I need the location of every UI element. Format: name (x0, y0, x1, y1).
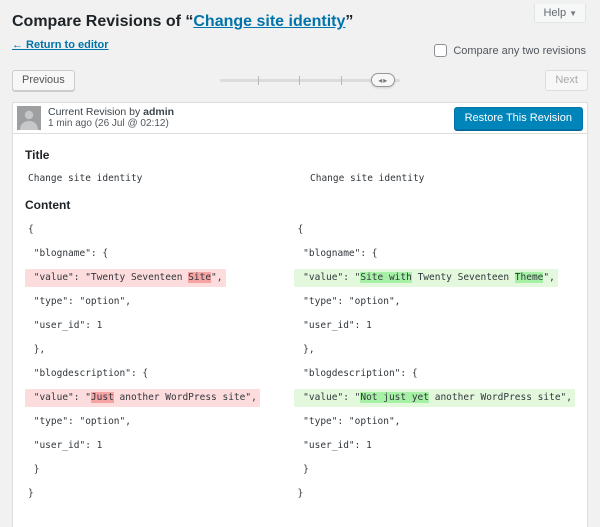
page-title-prefix: Compare Revisions of “ (12, 13, 193, 30)
context-line-chunk: } (25, 461, 42, 479)
diff-line: } (25, 485, 280, 503)
diff-line: "user_id": 1 (294, 437, 575, 455)
previous-button[interactable]: Previous (12, 70, 75, 91)
slider-tick (258, 76, 259, 85)
slider-arrows-icon: ◂▸ (378, 76, 388, 85)
diff-line: "blogdescription": { (25, 365, 280, 383)
diff-panel: Title Change site identity Change site i… (12, 133, 588, 527)
title-section-heading: Title (25, 148, 575, 162)
revisions-page: Help▼ Compare Revisions of “Change site … (0, 0, 600, 527)
revision-slider[interactable]: ◂▸ (220, 71, 400, 89)
person-icon (17, 106, 41, 130)
slider-tick (299, 76, 300, 85)
context-line-chunk: "type": "option", (25, 293, 134, 311)
context-line-chunk: { (25, 221, 37, 239)
del-word: Just (91, 392, 114, 403)
diff-line: "value": "Just another WordPress site", (25, 389, 280, 407)
author-byline: Current Revision by admin (48, 106, 174, 118)
context-line-chunk: "type": "option", (294, 293, 403, 311)
ins-line-chunk: "value": "Site with Twenty Seventeen The… (294, 269, 557, 287)
diff-line: "type": "option", (294, 293, 575, 311)
byline-prefix: Current Revision by (48, 106, 143, 118)
diff-line: } (294, 461, 575, 479)
context-line-chunk: "blogdescription": { (25, 365, 151, 383)
context-line-chunk: } (25, 485, 37, 503)
diff-line: } (25, 461, 280, 479)
context-line-chunk: "user_id": 1 (25, 317, 105, 335)
post-title-link[interactable]: Change site identity (193, 13, 345, 30)
slider-handle[interactable]: ◂▸ (371, 73, 395, 87)
diff-line: "blogname": { (294, 245, 575, 263)
context-line-chunk: "blogname": { (25, 245, 111, 263)
slider-tick (341, 76, 342, 85)
context-line-chunk: }, (294, 341, 317, 359)
revision-meta-text: Current Revision by admin 1 min ago (26 … (48, 106, 174, 130)
context-line-chunk: } (294, 461, 311, 479)
context-line-chunk: "blogname": { (294, 245, 380, 263)
restore-revision-button[interactable]: Restore This Revision (454, 107, 583, 130)
help-tab[interactable]: Help▼ (534, 4, 586, 23)
del-word: Site (188, 272, 211, 283)
ins-line-chunk: "value": "Not just yet another WordPress… (294, 389, 575, 407)
chevron-down-icon: ▼ (569, 9, 577, 18)
title-diff-row: Change site identity Change site identit… (23, 171, 577, 188)
ins-word: Theme (515, 272, 544, 283)
compare-two-revisions-label: Compare any two revisions (453, 45, 586, 57)
context-line-chunk: "type": "option", (25, 413, 134, 431)
context-line-chunk: }, (25, 341, 48, 359)
diff-line: "type": "option", (25, 413, 280, 431)
diff-line: }, (25, 341, 280, 359)
context-line-chunk: "user_id": 1 (294, 437, 374, 455)
diff-line: { (25, 221, 280, 239)
context-line-chunk: "user_id": 1 (25, 437, 105, 455)
revision-timestamp: 1 min ago (26 Jul @ 02:12) (48, 118, 174, 130)
diff-line: "type": "option", (25, 293, 280, 311)
revision-nav-row: Previous ◂▸ Next (12, 69, 588, 91)
context-line-chunk: { (294, 221, 306, 239)
title-diff-right: Change site identity (307, 171, 575, 186)
content-diff-right: { "blogname": { "value": "Site with Twen… (294, 221, 575, 509)
del-line-chunk: "value": "Just another WordPress site", (25, 389, 260, 407)
del-line-chunk: "value": "Twenty Seventeen Site", (25, 269, 226, 287)
diff-line: "value": "Site with Twenty Seventeen The… (294, 269, 575, 287)
next-button[interactable]: Next (545, 70, 588, 91)
content-section-heading: Content (25, 198, 575, 212)
ins-word: Not just yet (360, 392, 429, 403)
diff-line: "blogname": { (25, 245, 280, 263)
diff-line: { (294, 221, 575, 239)
return-to-editor-link[interactable]: ← Return to editor (12, 39, 109, 51)
diff-line: "type": "option", (294, 413, 575, 431)
compare-two-revisions-checkbox[interactable] (434, 44, 447, 57)
author-name: admin (143, 106, 174, 118)
diff-line: "blogdescription": { (294, 365, 575, 383)
context-line-chunk: "user_id": 1 (294, 317, 374, 335)
diff-line: }, (294, 341, 575, 359)
help-label: Help (543, 7, 566, 19)
avatar (17, 106, 41, 130)
diff-line: } (294, 485, 575, 503)
diff-line: "user_id": 1 (25, 317, 280, 335)
diff-line: "user_id": 1 (294, 317, 575, 335)
page-title: Compare Revisions of “Change site identi… (12, 12, 588, 32)
ins-word: Site with (360, 272, 411, 283)
revision-meta-bar: Current Revision by admin 1 min ago (26 … (12, 102, 588, 134)
context-line-chunk: } (294, 485, 306, 503)
context-line-chunk: "blogdescription": { (294, 365, 420, 383)
diff-line: "value": "Twenty Seventeen Site", (25, 269, 280, 287)
content-diff-left: { "blogname": { "value": "Twenty Sevente… (25, 221, 280, 509)
title-diff-left: Change site identity (25, 171, 293, 186)
diff-line: "value": "Not just yet another WordPress… (294, 389, 575, 407)
context-line-chunk: "type": "option", (294, 413, 403, 431)
diff-line: "user_id": 1 (25, 437, 280, 455)
compare-two-revisions-control: Compare any two revisions (434, 44, 586, 57)
page-title-suffix: ” (345, 13, 353, 30)
content-diff-row: { "blogname": { "value": "Twenty Sevente… (23, 221, 577, 509)
